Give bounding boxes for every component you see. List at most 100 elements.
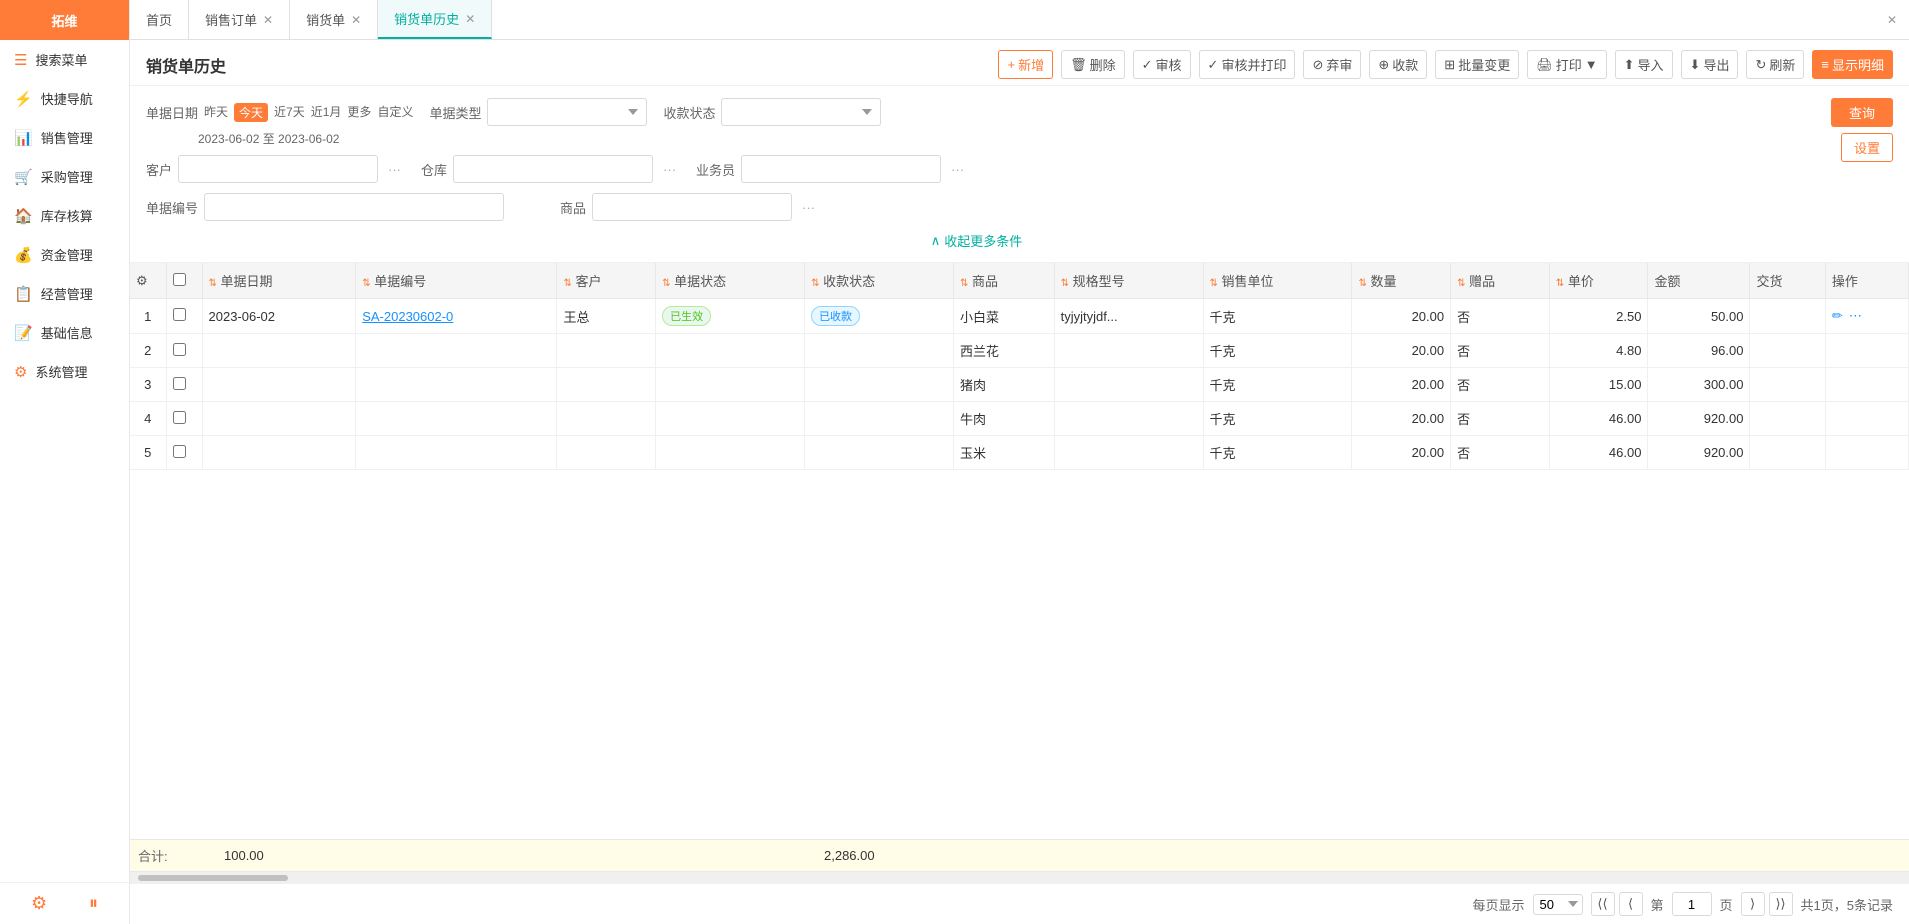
yesterday-btn[interactable]: 昨天: [204, 103, 228, 122]
collapse-sidebar-icon[interactable]: ⏸: [89, 893, 98, 914]
total-info: 共1页，5条记录: [1801, 895, 1893, 914]
query-button[interactable]: 查询: [1831, 98, 1893, 127]
refresh-button[interactable]: ↻ 刷新: [1746, 50, 1804, 79]
goods-more-btn[interactable]: ···: [798, 198, 819, 217]
cell-amount: 920.00: [1648, 436, 1750, 470]
inventory-icon: 🏠: [14, 207, 33, 225]
th-qty[interactable]: ⇅ 数量: [1352, 263, 1451, 299]
new-icon: +: [1007, 57, 1015, 72]
goods-input[interactable]: [592, 193, 792, 221]
audit-button[interactable]: ✓ 审核: [1133, 50, 1191, 79]
row-checkbox[interactable]: [173, 377, 186, 390]
row-checkbox[interactable]: [173, 308, 186, 321]
th-unit-price[interactable]: ⇅ 单价: [1549, 263, 1648, 299]
new-button[interactable]: + 新增: [998, 50, 1053, 79]
sidebar-item-search-menu[interactable]: ☰ 搜索菜单: [0, 40, 129, 79]
row-checkbox[interactable]: [173, 445, 186, 458]
doctype-select[interactable]: [487, 98, 647, 126]
row-checkbox[interactable]: [173, 343, 186, 356]
cell-spec: [1054, 436, 1203, 470]
docno-label: 单据编号: [146, 198, 198, 217]
th-customer[interactable]: ⇅ 客户: [557, 263, 656, 299]
sidebar-item-inventory[interactable]: 🏠 库存核算: [0, 196, 129, 235]
sidebar-item-sales-mgmt[interactable]: 📊 销售管理: [0, 118, 129, 157]
th-gift[interactable]: ⇅ 赠品: [1451, 263, 1550, 299]
th-doc-status[interactable]: ⇅ 单据状态: [656, 263, 805, 299]
salesperson-more-btn[interactable]: ···: [947, 160, 968, 179]
close-sales-order-tab[interactable]: ✕: [263, 13, 273, 27]
docno-input[interactable]: [204, 193, 504, 221]
tab-home[interactable]: 首页: [130, 0, 189, 39]
custom-btn[interactable]: 自定义: [377, 103, 413, 122]
audit-print-button[interactable]: ✓ 审核并打印: [1199, 50, 1296, 79]
cell-delivery: [1750, 368, 1825, 402]
collapse-icon: ∧: [931, 233, 941, 249]
cell-unit-price: 46.00: [1549, 436, 1648, 470]
th-date[interactable]: ⇅ 单据日期: [202, 263, 356, 299]
customer-more-btn[interactable]: ···: [384, 160, 405, 179]
warehouse-more-btn[interactable]: ···: [659, 160, 680, 179]
tab-sales-delivery[interactable]: 销货单 ✕: [290, 0, 378, 39]
date-shortcuts: 昨天 今天 近7天 近1月 更多 自定义: [204, 103, 413, 122]
horizontal-scrollbar[interactable]: [138, 875, 288, 881]
tab-sales-history[interactable]: 销货单历史 ✕: [378, 0, 492, 39]
sidebar-item-basic-info[interactable]: 📝 基础信息: [0, 313, 129, 352]
today-btn[interactable]: 今天: [234, 103, 268, 122]
th-unit[interactable]: ⇅ 销售单位: [1203, 263, 1352, 299]
cell-qty: 20.00: [1352, 436, 1451, 470]
payment-status-select[interactable]: [721, 98, 881, 126]
more-btn[interactable]: 更多: [347, 103, 371, 122]
collect-button[interactable]: ⊕ 收款: [1369, 50, 1427, 79]
th-settings[interactable]: ⚙: [130, 263, 166, 299]
delete-button[interactable]: 🗑 删除: [1061, 50, 1125, 79]
sidebar-item-finance-mgmt[interactable]: 💰 资金管理: [0, 235, 129, 274]
print-dropdown-icon: ▼: [1585, 57, 1598, 72]
import-button[interactable]: ⬆ 导入: [1615, 50, 1673, 79]
page-size-select[interactable]: 50 100 200: [1533, 894, 1583, 915]
first-page-btn[interactable]: ⟨⟨: [1591, 892, 1615, 916]
more-action[interactable]: ⋯: [1849, 308, 1862, 323]
cell-no: 1: [130, 299, 166, 334]
sidebar-item-label: 采购管理: [41, 167, 93, 186]
prev-page-btn[interactable]: ⟨: [1619, 892, 1643, 916]
collapse-btn[interactable]: ∧ 收起更多条件: [146, 231, 1807, 250]
page-number-input[interactable]: [1672, 892, 1712, 916]
customer-input[interactable]: [178, 155, 378, 183]
sidebar-item-purchase-mgmt[interactable]: 🛒 采购管理: [0, 157, 129, 196]
next-page-btn[interactable]: ⟩: [1741, 892, 1765, 916]
export-button[interactable]: ⬇ 导出: [1681, 50, 1739, 79]
doc-no-link[interactable]: SA-20230602-0: [362, 309, 453, 324]
page-label-before: 第: [1651, 895, 1664, 914]
select-all-checkbox[interactable]: [173, 273, 186, 286]
last7days-btn[interactable]: 近7天: [274, 103, 305, 122]
cell-goods: 玉米: [954, 436, 1055, 470]
last-page-btn[interactable]: ⟩⟩: [1769, 892, 1793, 916]
batch-change-button[interactable]: ⊞ 批量变更: [1435, 50, 1519, 79]
th-doc-no[interactable]: ⇅ 单据编号: [356, 263, 557, 299]
column-settings-icon[interactable]: ⚙: [136, 273, 148, 288]
show-detail-button[interactable]: ≡ 显示明细: [1812, 50, 1893, 79]
tab-sales-order[interactable]: 销售订单 ✕: [189, 0, 290, 39]
filter-customer-item: 客户 ···: [146, 155, 405, 183]
abandon-button[interactable]: ⊘ 弃审: [1303, 50, 1361, 79]
settings-button[interactable]: 设置: [1841, 133, 1893, 162]
row-checkbox[interactable]: [173, 411, 186, 424]
sidebar-item-quick-nav[interactable]: ⚡ 快捷导航: [0, 79, 129, 118]
last1month-btn[interactable]: 近1月: [311, 103, 342, 122]
close-all-tabs[interactable]: ✕: [1875, 0, 1909, 39]
table-header-row: ⚙ ⇅ 单据日期 ⇅ 单据编号: [130, 263, 1909, 299]
salesperson-input[interactable]: [741, 155, 941, 183]
th-spec[interactable]: ⇅ 规格型号: [1054, 263, 1203, 299]
close-sales-delivery-tab[interactable]: ✕: [351, 13, 361, 27]
settings-bottom-icon[interactable]: ⚙: [31, 893, 47, 914]
page-title: 销货单历史: [146, 53, 226, 77]
print-button[interactable]: 🖨 打印 ▼: [1527, 50, 1606, 79]
th-goods[interactable]: ⇅ 商品: [954, 263, 1055, 299]
th-payment-status[interactable]: ⇅ 收款状态: [805, 263, 954, 299]
edit-action[interactable]: ✏: [1832, 308, 1843, 323]
close-sales-history-tab[interactable]: ✕: [465, 12, 475, 26]
sidebar-item-sys-mgmt[interactable]: ⚙ 系统管理: [0, 352, 129, 391]
sidebar-item-ops-mgmt[interactable]: 📋 经营管理: [0, 274, 129, 313]
warehouse-input[interactable]: [453, 155, 653, 183]
sort-unit-icon: ⇅: [1210, 278, 1218, 289]
